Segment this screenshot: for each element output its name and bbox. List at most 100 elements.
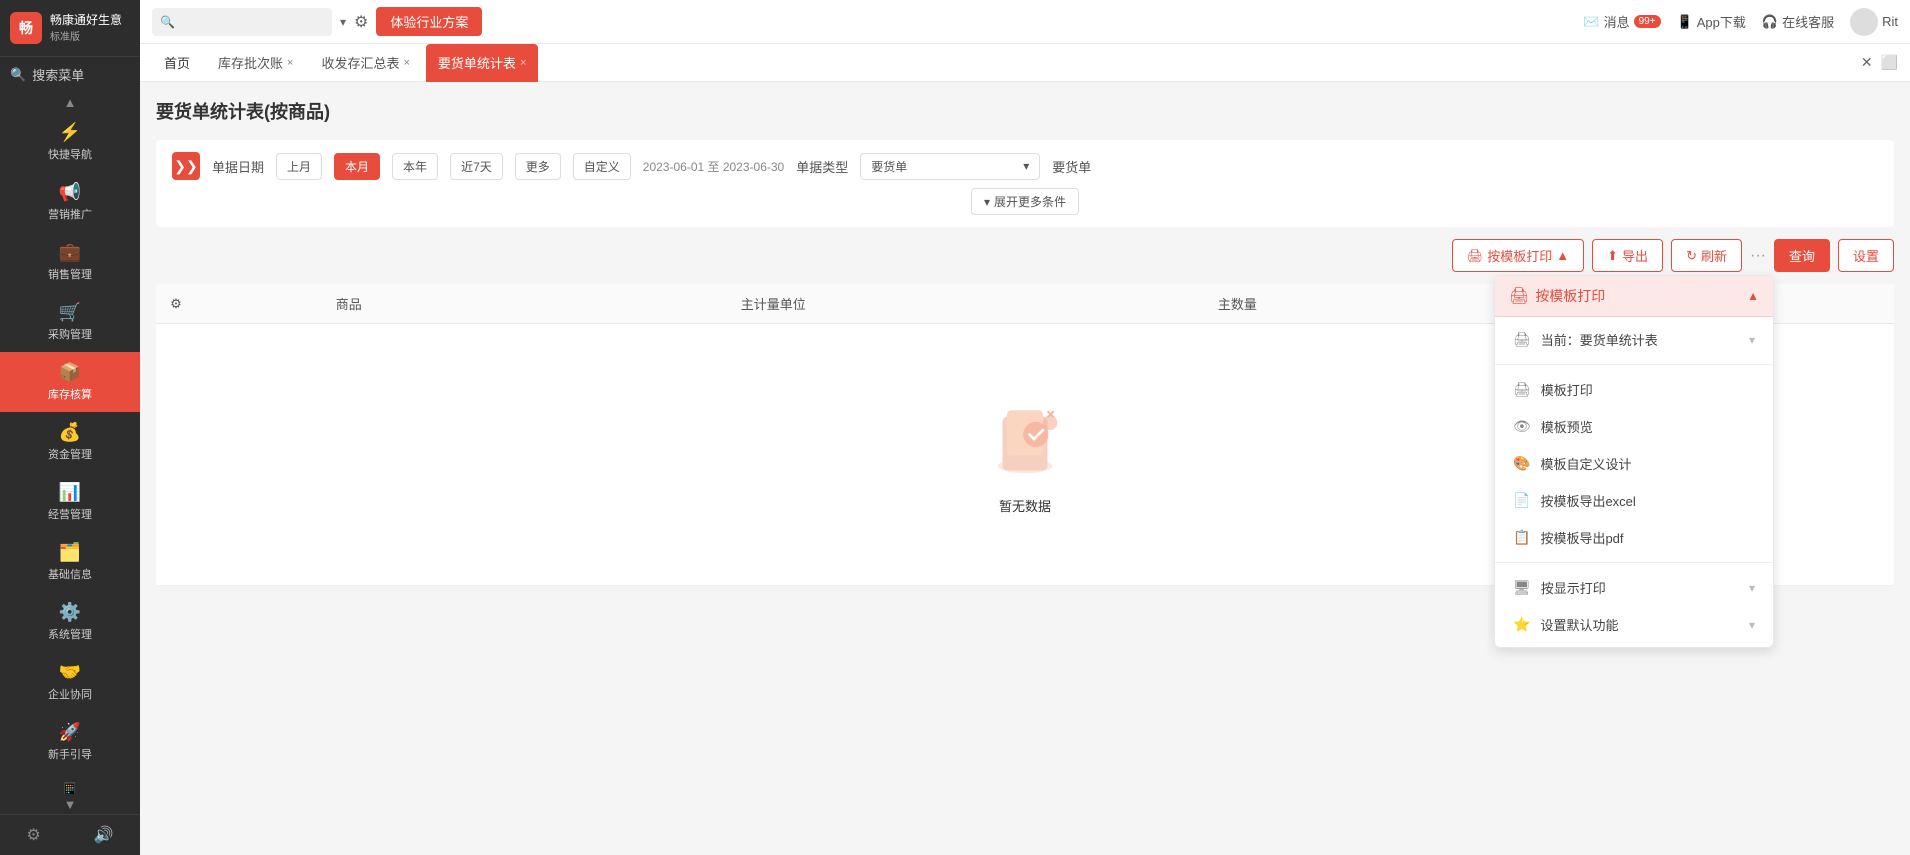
tab-order-stats-close[interactable]: × [520, 57, 526, 69]
sidebar-item-sales[interactable]: 💼 销售管理 [0, 232, 140, 292]
sidebar-item-operations[interactable]: 📊 经营管理 [0, 472, 140, 532]
expand-conditions-button[interactable]: ▾ 展开更多条件 [971, 188, 1079, 215]
dropdown-chevron-icon: ▲ [1747, 289, 1759, 303]
tab-order-stats[interactable]: 要货单统计表 × [426, 44, 538, 82]
dropdown-header[interactable]: 🖨 按模板打印 ▲ [1495, 276, 1773, 317]
dropdown-title: 按模板打印 [1535, 286, 1605, 306]
marketing-icon: 📢 [59, 182, 81, 203]
template-pdf-label: 按模板导出pdf [1540, 528, 1755, 547]
filter-expand-row: ▾ 展开更多条件 [172, 188, 1878, 215]
app-sub-title: 标准版 [50, 28, 122, 43]
tab-close-all-icon[interactable]: ✕ [1861, 54, 1873, 71]
sales-icon: 💼 [59, 242, 81, 263]
date-btn-curr-month[interactable]: 本月 [334, 153, 380, 180]
sidebar-item-quicknav[interactable]: ⚡ 快捷导航 [0, 112, 140, 172]
main-content: 🔍 ▾ ⚙ 体验行业方案 ✉️ 消息 99+ 📱 App下载 🎧 在线客服 Ri… [140, 0, 1910, 855]
date-btn-more[interactable]: 更多 [515, 153, 561, 180]
online-service-label: 在线客服 [1782, 12, 1834, 31]
header-right: ✉️ 消息 99+ 📱 App下载 🎧 在线客服 Rit [1583, 8, 1898, 36]
message-badge: 99+ [1634, 15, 1661, 28]
sidebar-item-system[interactable]: ⚙️ 系统管理 [0, 592, 140, 652]
sidebar-item-collab[interactable]: 🤝 企业协同 [0, 652, 140, 712]
filter-toggle-button[interactable]: ❯❯ [172, 152, 200, 180]
query-button[interactable]: 查询 [1774, 239, 1830, 272]
tab-inventory-batch[interactable]: 库存批次账 × [206, 44, 305, 82]
template-print-label: 模板打印 [1541, 380, 1755, 399]
sidebar-item-purchase[interactable]: 🛒 采购管理 [0, 292, 140, 352]
col-header-quantity: 主数量 [1045, 284, 1430, 324]
dropdown-item-template-pdf[interactable]: 📋 按模板导出pdf [1495, 519, 1773, 556]
settings-bottom-icon[interactable]: ⚙ [26, 825, 40, 845]
sidebar-item-appstore[interactable]: 📱 应用中心 [0, 772, 140, 794]
sidebar-item-marketing[interactable]: 📢 营销推广 [0, 172, 140, 232]
dropdown-item-template-design[interactable]: 🎨 模板自定义设计 [1495, 445, 1773, 482]
tab-order-stats-label: 要货单统计表 [438, 53, 516, 72]
col-header-settings[interactable]: ⚙ [156, 284, 196, 324]
header-search-bar[interactable]: 🔍 [152, 8, 332, 36]
date-btn-prev-month[interactable]: 上月 [276, 153, 322, 180]
system-icon: ⚙️ [59, 602, 81, 623]
header-dropdown-chevron[interactable]: ▾ [340, 15, 346, 29]
print-template-button[interactable]: 🖨 按模板打印 ▲ [1452, 239, 1584, 272]
type-filter-select[interactable]: 要货单 ▾ [860, 153, 1040, 180]
sidebar-scroll-down[interactable]: ▼ [0, 794, 140, 814]
app-logo-icon: 畅 [10, 12, 42, 44]
refresh-icon: ↻ [1686, 248, 1697, 264]
dropdown-item-template-print[interactable]: 🖨 模板打印 [1495, 371, 1773, 408]
sound-bottom-icon[interactable]: 🔊 [94, 825, 114, 845]
user-item[interactable]: Rit [1850, 8, 1898, 36]
dropdown-item-template-excel[interactable]: 📄 按模板导出excel [1495, 482, 1773, 519]
dropdown-item-template-preview[interactable]: 👁 模板预览 [1495, 408, 1773, 445]
tab-maximize-icon[interactable]: ⬜ [1881, 54, 1898, 71]
sidebar-scroll-up[interactable]: ▲ [0, 92, 140, 112]
sidebar-search[interactable]: 🔍 搜索菜单 [0, 57, 140, 92]
settings-button[interactable]: 设置 [1838, 239, 1894, 272]
date-btn-curr-year[interactable]: 本年 [392, 153, 438, 180]
dropdown-set-default[interactable]: ⭐ 设置默认功能 ▾ [1495, 606, 1773, 643]
message-item[interactable]: ✉️ 消息 99+ [1583, 12, 1660, 31]
template-preview-label: 模板预览 [1541, 417, 1755, 436]
sidebar-item-basic[interactable]: 🗂️ 基础信息 [0, 532, 140, 592]
template-design-icon: 🎨 [1513, 455, 1530, 472]
sidebar-item-finance[interactable]: 💰 资金管理 [0, 412, 140, 472]
basic-label: 基础信息 [48, 566, 92, 582]
dropdown-divider-1 [1495, 364, 1773, 365]
refresh-button[interactable]: ↻ 刷新 [1671, 239, 1742, 272]
tab-receipt-summary[interactable]: 收发存汇总表 × [309, 44, 421, 82]
export-button[interactable]: ⬆ 导出 [1592, 239, 1663, 272]
quicknav-label: 快捷导航 [48, 146, 92, 162]
more-options-icon[interactable]: ··· [1750, 247, 1766, 265]
tab-inventory-batch-label: 库存批次账 [218, 53, 283, 72]
date-btn-custom[interactable]: 自定义 [573, 153, 631, 180]
dropdown-display-print[interactable]: 🖥 按显示打印 ▾ [1495, 569, 1773, 606]
guide-label: 新手引导 [48, 746, 92, 762]
action-bar: 🖨 按模板打印 ▲ ⬆ 导出 ↻ 刷新 ··· 查询 设置 🖨 按模板打印 [156, 239, 1894, 272]
sidebar-item-guide[interactable]: 🚀 新手引导 [0, 712, 140, 772]
date-btn-last7[interactable]: 近7天 [450, 153, 503, 180]
tab-receipt-summary-close[interactable]: × [403, 57, 409, 69]
goods-label: 要货单 [1052, 157, 1091, 176]
trial-button[interactable]: 体验行业方案 [376, 7, 482, 36]
tab-inventory-batch-close[interactable]: × [287, 57, 293, 69]
template-excel-label: 按模板导出excel [1540, 491, 1755, 510]
print-chevron-up-icon: ▲ [1556, 248, 1569, 263]
tabs-bar: 首页 库存批次账 × 收发存汇总表 × 要货单统计表 × ✕ ⬜ [140, 44, 1910, 82]
header-settings-icon[interactable]: ⚙ [354, 12, 368, 32]
template-pdf-icon: 📋 [1513, 529, 1530, 546]
display-print-icon: 🖥 [1513, 579, 1531, 596]
finance-icon: 💰 [59, 422, 81, 443]
online-service-item[interactable]: 🎧 在线客服 [1762, 12, 1834, 31]
print-dropdown: 🖨 按模板打印 ▲ 🖨 当前：要货单统计表 ▾ [1494, 275, 1774, 648]
search-bar-icon: 🔍 [160, 15, 175, 29]
display-print-arrow: ▾ [1749, 581, 1755, 595]
tab-home[interactable]: 首页 [152, 44, 202, 82]
app-logo-text-block: 畅康通好生意 标准版 [50, 13, 122, 44]
dropdown-header-left: 🖨 按模板打印 [1509, 286, 1605, 306]
purchase-icon: 🛒 [59, 302, 81, 323]
collab-icon: 🤝 [59, 662, 81, 683]
type-filter-chevron: ▾ [1023, 159, 1029, 173]
app-download-item[interactable]: 📱 App下载 [1677, 12, 1746, 31]
dropdown-current-item[interactable]: 🖨 当前：要货单统计表 ▾ [1495, 321, 1773, 358]
headset-icon: 🎧 [1762, 14, 1778, 30]
sidebar-item-inventory[interactable]: 📦 库存核算 [0, 352, 140, 412]
